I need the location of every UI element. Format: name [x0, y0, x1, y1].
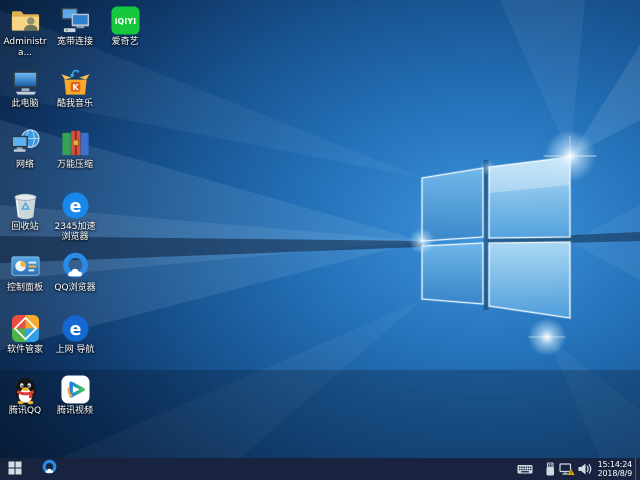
web-navigation-icon: e: [60, 313, 91, 344]
clock-time: 15:14:24: [597, 460, 633, 469]
icon-label: 软件管家: [6, 344, 43, 355]
this-pc-icon: [10, 67, 41, 98]
tencent-qq-icon: [10, 374, 41, 405]
desktop-icon-2345-browser[interactable]: e 2345加速浏览器: [51, 187, 99, 249]
desktop-icon-iqiyi[interactable]: iQIYI 爱奇艺: [101, 2, 149, 64]
volume-icon[interactable]: [576, 458, 593, 480]
user-folder-icon: [10, 5, 41, 36]
software-manager-icon: [10, 313, 41, 344]
touch-keyboard-icon[interactable]: [517, 458, 534, 480]
desktop-icon-broadband-connection[interactable]: 宽带连接: [51, 2, 99, 64]
usb-device-icon[interactable]: [542, 458, 559, 480]
svg-text:K: K: [72, 81, 79, 91]
2345-browser-icon: e: [60, 190, 91, 221]
recycle-bin-icon: [10, 190, 41, 221]
icon-label: 酷我音乐: [56, 98, 93, 109]
icon-label: 上网 导航: [55, 344, 95, 355]
network-warning-icon[interactable]: [559, 458, 576, 480]
kuwo-music-icon: K: [60, 67, 91, 98]
svg-text:e: e: [69, 196, 81, 216]
icon-column-3: iQIYI 爱奇艺: [101, 2, 149, 433]
icon-label: 腾讯QQ: [8, 406, 42, 416]
desktop-icon-grid: Administra... 此电脑 网络 回收站 控制面板 软件管家 腾讯QQ …: [0, 0, 149, 433]
archive-tool-icon: [60, 128, 91, 159]
network-icon: [10, 128, 41, 159]
clock-date: 2018/8/9: [597, 469, 633, 478]
desktop-icon-tencent-video[interactable]: 腾讯视频: [51, 371, 99, 433]
icon-label: 万能压缩: [56, 160, 93, 170]
desktop-icon-qq-browser[interactable]: QQ浏览器: [51, 248, 99, 310]
svg-text:e: e: [69, 319, 81, 339]
qq-browser-icon: [60, 251, 91, 282]
desktop-icon-archive-tool[interactable]: 万能压缩: [51, 125, 99, 187]
icon-column-2: 宽带连接 K 酷我音乐 万能压缩 e 2345加速浏览器 QQ浏览器 e 上网 …: [51, 2, 99, 433]
desktop-icon-this-pc[interactable]: 此电脑: [1, 64, 49, 126]
desktop-icon-recycle-bin[interactable]: 回收站: [1, 187, 49, 249]
qq-browser-icon: [41, 459, 58, 480]
icon-label: 宽带连接: [56, 37, 93, 47]
iqiyi-icon: iQIYI: [110, 5, 141, 36]
icon-label: 腾讯视频: [56, 406, 93, 416]
icon-label: Administra...: [3, 37, 47, 58]
icon-label: QQ浏览器: [54, 283, 96, 293]
system-tray: 15:14:24 2018/8/9: [517, 458, 640, 480]
desktop-icon-control-panel[interactable]: 控制面板: [1, 248, 49, 310]
icon-label: 此电脑: [11, 98, 39, 109]
icon-column-1: Administra... 此电脑 网络 回收站 控制面板 软件管家 腾讯QQ: [1, 2, 49, 433]
taskbar: 15:14:24 2018/8/9: [0, 458, 640, 480]
icon-label: 网络: [15, 160, 34, 170]
taskbar-qq-browser-button[interactable]: [34, 458, 64, 480]
desktop-icon-kuwo-music[interactable]: K 酷我音乐: [51, 64, 99, 126]
icon-label: 控制面板: [6, 283, 43, 293]
desktop-icon-software-manager[interactable]: 软件管家: [1, 310, 49, 372]
show-desktop-button[interactable]: [635, 458, 640, 480]
control-panel-icon: [10, 251, 41, 282]
windows-desktop: Administra... 此电脑 网络 回收站 控制面板 软件管家 腾讯QQ …: [0, 0, 640, 480]
broadband-connection-icon: [60, 5, 91, 36]
icon-label: 爱奇艺: [111, 37, 139, 47]
windows-logo-icon: [8, 460, 22, 479]
start-button[interactable]: [0, 458, 30, 480]
icon-label: 2345加速浏览器: [54, 221, 96, 243]
tencent-video-icon: [60, 374, 91, 405]
desktop-icon-user-folder[interactable]: Administra...: [1, 2, 49, 64]
desktop-icon-tencent-qq[interactable]: 腾讯QQ: [1, 371, 49, 433]
desktop-icon-web-navigation[interactable]: e 上网 导航: [51, 310, 99, 372]
desktop-icon-network[interactable]: 网络: [1, 125, 49, 187]
tray-clock[interactable]: 15:14:24 2018/8/9: [593, 460, 635, 478]
icon-label: 回收站: [11, 221, 39, 232]
svg-text:iQIYI: iQIYI: [114, 17, 136, 26]
